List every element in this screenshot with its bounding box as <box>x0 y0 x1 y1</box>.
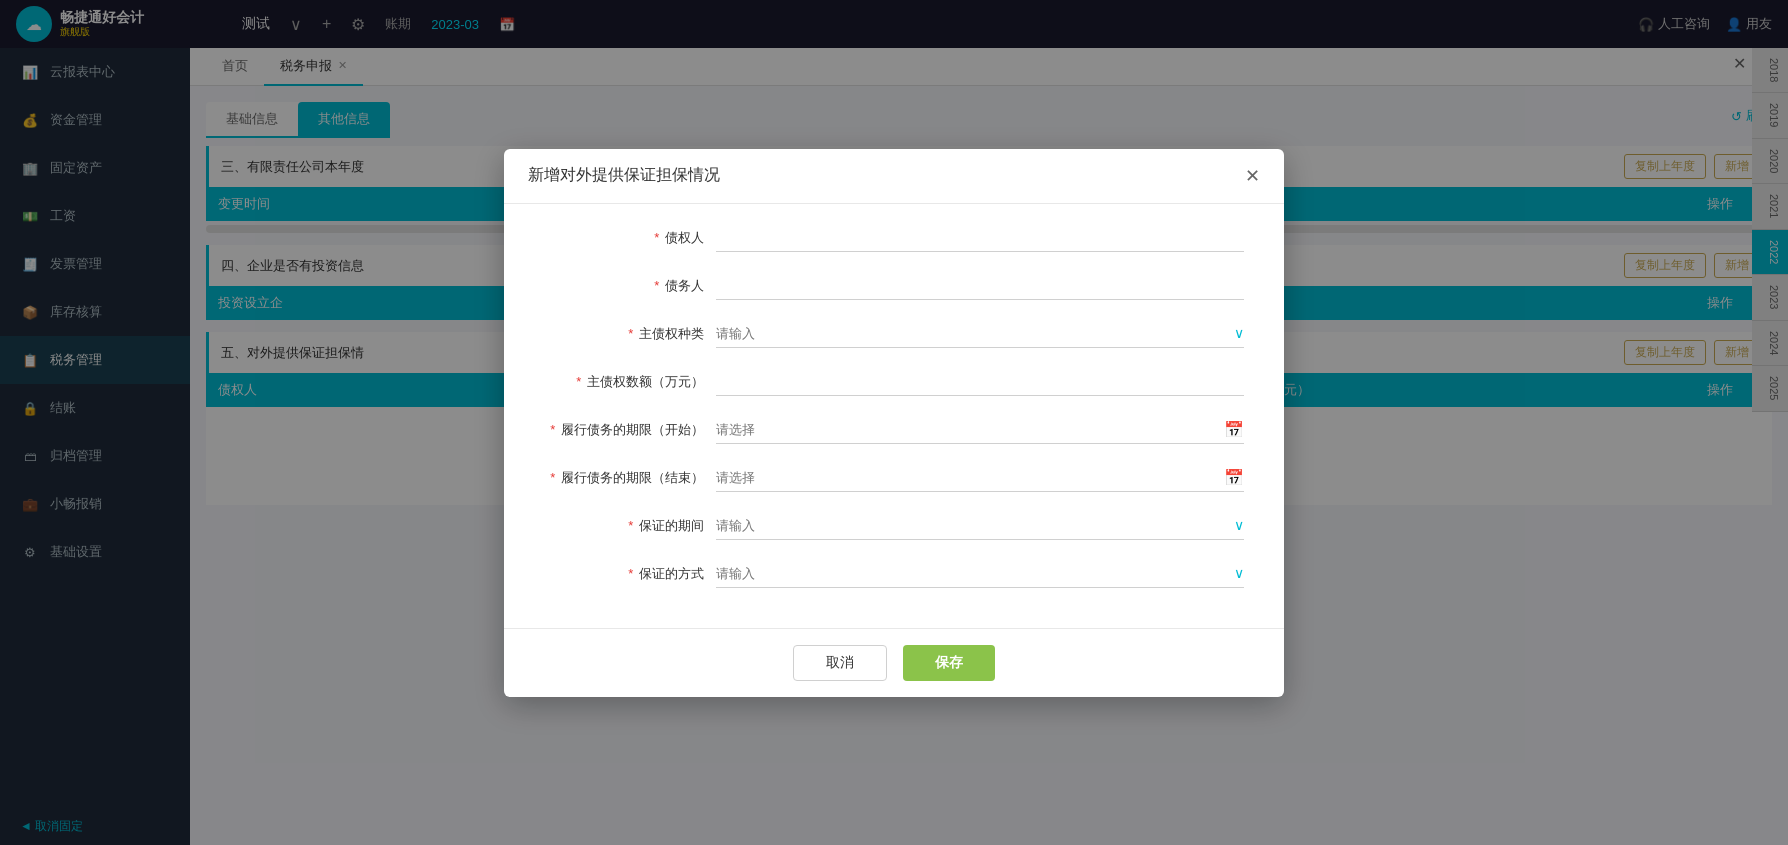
form-row-debtor: * 债务人 <box>544 272 1244 300</box>
guarantee-method-input[interactable] <box>716 560 1234 587</box>
form-row-claim-amount: * 主债权数额（万元） <box>544 368 1244 396</box>
claim-amount-label: * 主债权数额（万元） <box>544 373 704 391</box>
modal-body: * 债权人 * 债务人 * 主债权种类 <box>504 204 1284 628</box>
guarantee-method-label: * 保证的方式 <box>544 565 704 583</box>
form-row-end-date: * 履行债务的期限（结束） 📅 <box>544 464 1244 492</box>
save-button[interactable]: 保存 <box>903 645 995 681</box>
form-row-creditor: * 债权人 <box>544 224 1244 252</box>
end-date-input[interactable] <box>716 464 1220 491</box>
guarantee-method-select[interactable]: ∨ <box>716 560 1244 588</box>
creditor-label: * 债权人 <box>544 229 704 247</box>
form-row-guarantee-method: * 保证的方式 ∨ <box>544 560 1244 588</box>
start-date-label: * 履行债务的期限（开始） <box>544 421 704 439</box>
claim-type-chevron[interactable]: ∨ <box>1234 325 1244 341</box>
claim-amount-input[interactable] <box>716 368 1244 396</box>
modal-close-button[interactable]: ✕ <box>1245 165 1260 187</box>
guarantee-period-input[interactable] <box>716 512 1234 539</box>
modal-footer: 取消 保存 <box>504 628 1284 697</box>
guarantee-method-chevron[interactable]: ∨ <box>1234 565 1244 581</box>
end-date-label: * 履行债务的期限（结束） <box>544 469 704 487</box>
claim-type-input[interactable] <box>716 320 1234 347</box>
start-date-input[interactable] <box>716 416 1220 443</box>
modal-title: 新增对外提供保证担保情况 <box>528 165 720 186</box>
guarantee-period-label: * 保证的期间 <box>544 517 704 535</box>
guarantee-period-select[interactable]: ∨ <box>716 512 1244 540</box>
modal-header: 新增对外提供保证担保情况 ✕ <box>504 149 1284 204</box>
form-row-claim-type: * 主债权种类 ∨ <box>544 320 1244 348</box>
claim-type-label: * 主债权种类 <box>544 325 704 343</box>
modal-dialog: 新增对外提供保证担保情况 ✕ * 债权人 * 债务人 <box>504 149 1284 697</box>
start-date-calendar-icon[interactable]: 📅 <box>1224 420 1244 439</box>
end-date-calendar-icon[interactable]: 📅 <box>1224 468 1244 487</box>
form-row-guarantee-period: * 保证的期间 ∨ <box>544 512 1244 540</box>
debtor-label: * 债务人 <box>544 277 704 295</box>
start-date-select[interactable]: 📅 <box>716 416 1244 444</box>
modal-overlay: 新增对外提供保证担保情况 ✕ * 债权人 * 债务人 <box>0 0 1788 845</box>
guarantee-period-chevron[interactable]: ∨ <box>1234 517 1244 533</box>
debtor-input[interactable] <box>716 272 1244 300</box>
cancel-button[interactable]: 取消 <box>793 645 887 681</box>
claim-type-select[interactable]: ∨ <box>716 320 1244 348</box>
form-row-start-date: * 履行债务的期限（开始） 📅 <box>544 416 1244 444</box>
end-date-select[interactable]: 📅 <box>716 464 1244 492</box>
creditor-input[interactable] <box>716 224 1244 252</box>
